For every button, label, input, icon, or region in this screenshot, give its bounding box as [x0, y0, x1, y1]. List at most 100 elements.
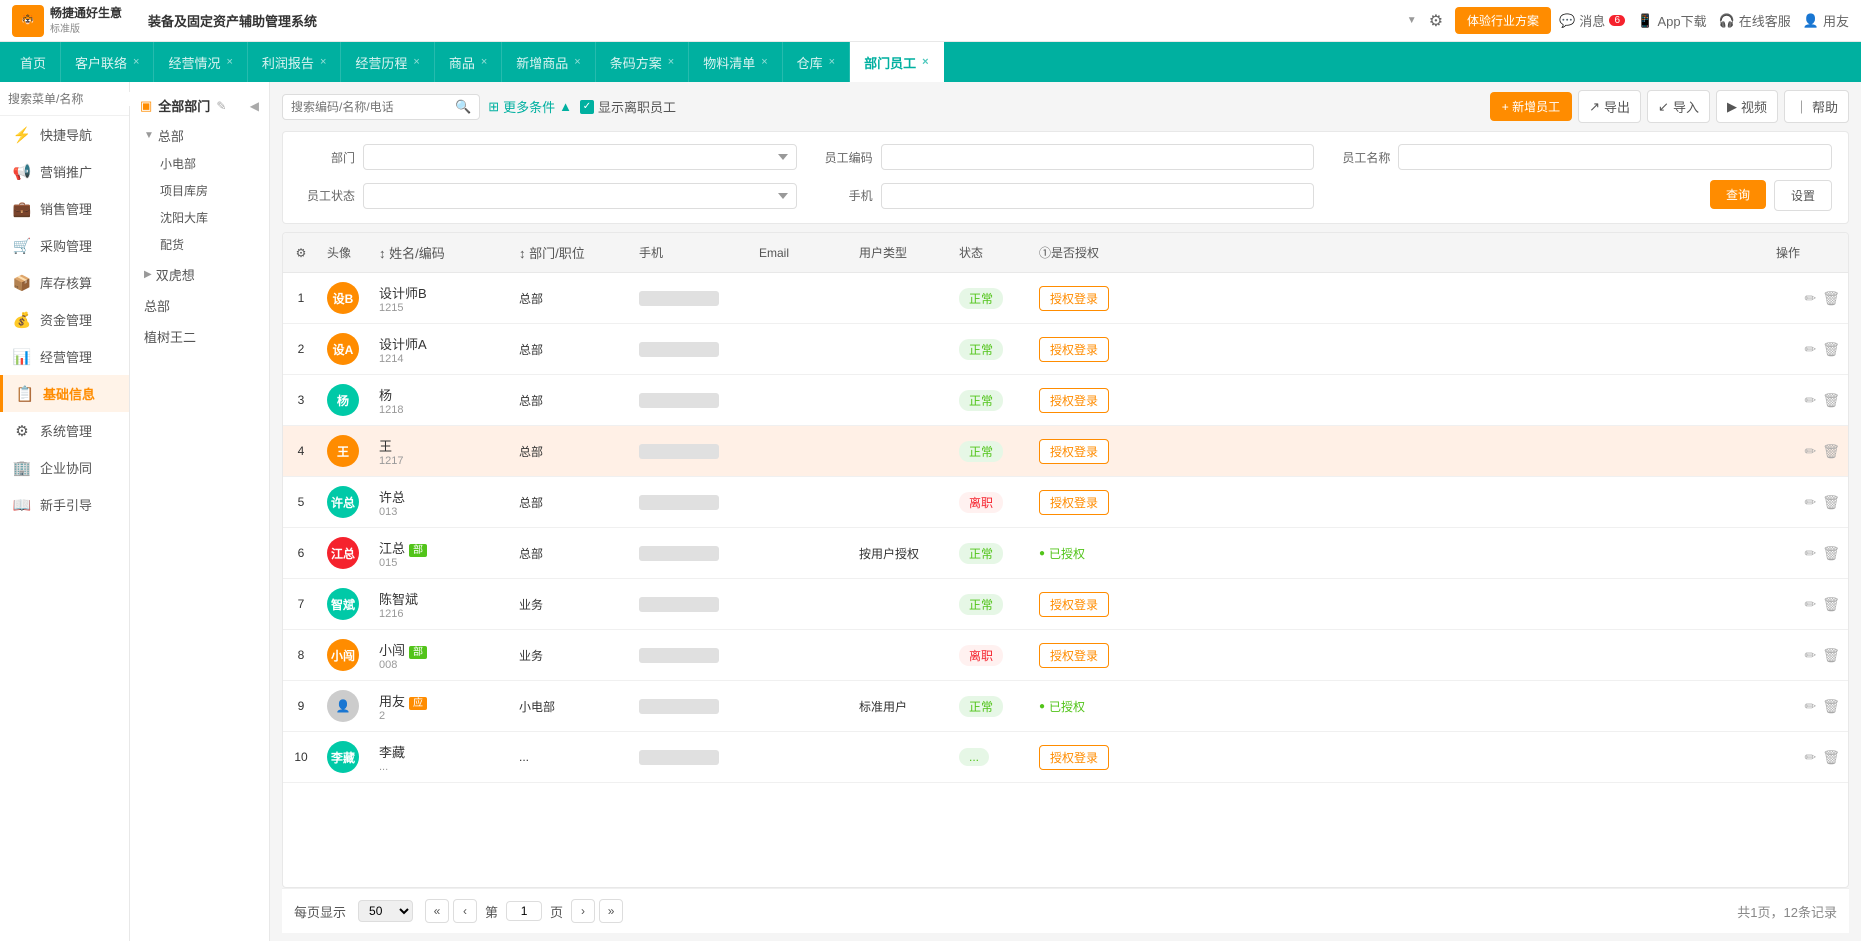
grant-login-button[interactable]: 授权登录: [1039, 592, 1109, 617]
search-icon[interactable]: 🔍: [455, 99, 471, 115]
edit-button[interactable]: ✏: [1804, 443, 1816, 460]
tab-warehouse[interactable]: 仓库×: [783, 42, 850, 82]
grant-login-button[interactable]: 授权登录: [1039, 643, 1109, 668]
show-resigned-toggle[interactable]: ✓ 显示离职员工: [580, 97, 676, 116]
message-button[interactable]: 💬 消息 6: [1559, 11, 1625, 30]
delete-button[interactable]: 🗑: [1822, 545, 1840, 562]
tab-bom[interactable]: 物料清单×: [689, 42, 782, 82]
edit-button[interactable]: ✏: [1804, 698, 1816, 715]
edit-button[interactable]: ✏: [1804, 341, 1816, 358]
page-input[interactable]: [506, 901, 542, 921]
delete-button[interactable]: 🗑: [1822, 392, 1840, 409]
filter-status-select[interactable]: [363, 183, 797, 209]
filter-reset-button[interactable]: 设置: [1774, 180, 1832, 211]
tab-close-goods[interactable]: ×: [481, 56, 487, 68]
filter-empname-input[interactable]: [1398, 144, 1832, 170]
sidebar-item-inventory[interactable]: 📦 库存核算: [0, 264, 129, 301]
delete-button[interactable]: 🗑: [1822, 749, 1840, 766]
row-auth-cell[interactable]: 已授权: [1031, 528, 1151, 579]
tab-close-add-goods[interactable]: ×: [574, 56, 580, 68]
sidebar-item-sales[interactable]: 💼 销售管理: [0, 190, 129, 227]
col-dept[interactable]: ↕ 部门/职位: [511, 233, 631, 273]
row-auth-cell[interactable]: 授权登录: [1031, 732, 1151, 783]
edit-button[interactable]: ✏: [1804, 647, 1816, 664]
col-name[interactable]: ↕ 姓名/编码: [371, 233, 511, 273]
edit-button[interactable]: ✏: [1804, 290, 1816, 307]
view-button[interactable]: ▶ 视频: [1716, 90, 1778, 123]
tab-close-barcode[interactable]: ×: [668, 56, 674, 68]
search-input[interactable]: [291, 100, 451, 114]
sidebar-item-operation[interactable]: 📊 经营管理: [0, 338, 129, 375]
dept-group-title-shuanghu[interactable]: ▶ 双虎想: [130, 260, 269, 289]
dept-tree-collapse-icon[interactable]: ◀: [250, 99, 259, 113]
dept-tree-edit-icon[interactable]: ✎: [216, 99, 226, 113]
row-auth-cell[interactable]: 授权登录: [1031, 630, 1151, 681]
grant-login-button[interactable]: 授权登录: [1039, 337, 1109, 362]
user-avatar-button[interactable]: 👤 用友: [1803, 11, 1849, 30]
tab-close-employees[interactable]: ×: [922, 56, 928, 68]
filter-dept-select[interactable]: [363, 144, 797, 170]
row-auth-cell[interactable]: 授权登录: [1031, 273, 1151, 324]
help-button[interactable]: ｜ 帮助: [1784, 90, 1849, 123]
grant-login-button[interactable]: 授权登录: [1039, 388, 1109, 413]
tab-close-bom[interactable]: ×: [761, 56, 767, 68]
delete-button[interactable]: 🗑: [1822, 596, 1840, 613]
import-button[interactable]: ↙ 导入: [1647, 90, 1710, 123]
system-title-dropdown-icon[interactable]: ▼: [1407, 15, 1417, 26]
sidebar-item-purchase[interactable]: 🛒 采购管理: [0, 227, 129, 264]
grant-login-button[interactable]: 授权登录: [1039, 745, 1109, 770]
grant-login-button[interactable]: 授权登录: [1039, 286, 1109, 311]
edit-button[interactable]: ✏: [1804, 596, 1816, 613]
row-auth-cell[interactable]: 已授权: [1031, 681, 1151, 732]
edit-button[interactable]: ✏: [1804, 545, 1816, 562]
export-button[interactable]: ↗ 导出: [1578, 90, 1641, 123]
sidebar-item-finance[interactable]: 💰 资金管理: [0, 301, 129, 338]
tab-operation[interactable]: 经营情况×: [154, 42, 247, 82]
show-resigned-checkbox[interactable]: ✓: [580, 100, 594, 114]
tab-close-profit[interactable]: ×: [320, 56, 326, 68]
dept-group-title-zongbu[interactable]: ▼ 总部: [130, 121, 269, 150]
tab-barcode[interactable]: 条码方案×: [596, 42, 689, 82]
delete-button[interactable]: 🗑: [1822, 341, 1840, 358]
delete-button[interactable]: 🗑: [1822, 290, 1840, 307]
tab-history[interactable]: 经营历程×: [341, 42, 434, 82]
dept-child-shenyang[interactable]: 沈阳大库: [130, 204, 269, 231]
filter-search-button[interactable]: 查询: [1710, 180, 1766, 209]
sidebar-item-basic[interactable]: 📋 基础信息: [0, 375, 129, 412]
row-auth-cell[interactable]: 授权登录: [1031, 375, 1151, 426]
page-size-select[interactable]: 50 20 100: [358, 900, 413, 922]
tab-home[interactable]: 首页: [0, 42, 61, 82]
sidebar-item-system[interactable]: ⚙ 系统管理: [0, 412, 129, 449]
last-page-button[interactable]: »: [599, 899, 623, 923]
online-service-button[interactable]: 🎧 在线客服: [1719, 11, 1791, 30]
row-auth-cell[interactable]: 授权登录: [1031, 579, 1151, 630]
dept-group-title-zongbu2[interactable]: 总部: [130, 291, 269, 320]
settings-icon[interactable]: ⚙: [1425, 11, 1447, 31]
row-auth-cell[interactable]: 授权登录: [1031, 477, 1151, 528]
grant-login-button[interactable]: 授权登录: [1039, 490, 1109, 515]
col-settings[interactable]: ⚙: [283, 233, 319, 273]
row-auth-cell[interactable]: 授权登录: [1031, 426, 1151, 477]
tab-profit[interactable]: 利润报告×: [248, 42, 341, 82]
tab-close-operation[interactable]: ×: [226, 56, 232, 68]
dept-child-project[interactable]: 项目库房: [130, 177, 269, 204]
tab-close-history[interactable]: ×: [413, 56, 419, 68]
add-employee-button[interactable]: + 新增员工: [1490, 92, 1572, 121]
delete-button[interactable]: 🗑: [1822, 647, 1840, 664]
dept-child-xiaodian[interactable]: 小电部: [130, 150, 269, 177]
experience-button[interactable]: 体验行业方案: [1455, 7, 1551, 34]
tab-customer[interactable]: 客户联络×: [61, 42, 154, 82]
row-auth-cell[interactable]: 授权登录: [1031, 324, 1151, 375]
tab-close-customer[interactable]: ×: [133, 56, 139, 68]
more-conditions-button[interactable]: ⊞ 更多条件 ▲: [488, 97, 572, 116]
dept-group-title-zhishu[interactable]: 植树王二: [130, 322, 269, 351]
prev-page-button[interactable]: ‹: [453, 899, 477, 923]
tab-close-warehouse[interactable]: ×: [829, 56, 835, 68]
edit-button[interactable]: ✏: [1804, 749, 1816, 766]
delete-button[interactable]: 🗑: [1822, 494, 1840, 511]
grant-login-button[interactable]: 授权登录: [1039, 439, 1109, 464]
sidebar-item-enterprise[interactable]: 🏢 企业协同: [0, 449, 129, 486]
delete-button[interactable]: 🗑: [1822, 698, 1840, 715]
tab-add-goods[interactable]: 新增商品×: [502, 42, 595, 82]
sidebar-item-guide[interactable]: 📖 新手引导: [0, 486, 129, 523]
